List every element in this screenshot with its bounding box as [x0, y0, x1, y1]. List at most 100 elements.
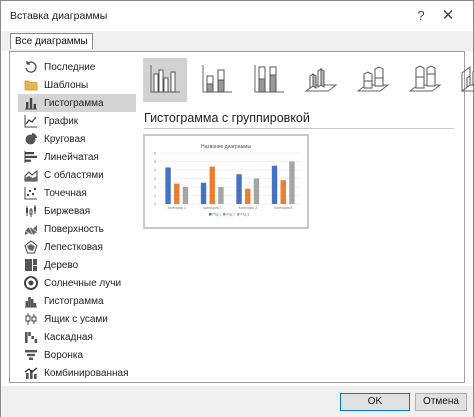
subtype-3d-clustered-column[interactable]: [299, 58, 343, 102]
subtype-3d-stacked-column[interactable]: [351, 58, 395, 102]
bar: [218, 187, 224, 204]
chart-title: Название диаграммы: [201, 144, 251, 150]
sidebar-item-label: Гистограмма: [44, 295, 104, 307]
bar: [182, 187, 189, 204]
bar: [245, 188, 251, 204]
sidebar-item-bar[interactable]: Линейчатая: [18, 148, 136, 166]
sidebar-item-area[interactable]: С областями: [18, 166, 136, 184]
legend-label: Ряд 3: [241, 213, 250, 217]
sidebar-item-label: Круговая: [44, 133, 86, 145]
x-tick-label: Категория 1: [168, 206, 186, 210]
chart-x-labels: Категория 1 Категория 2 Категория 3 Категор…: [168, 206, 293, 210]
stacked-column-icon: [200, 64, 234, 97]
chart-type-list: Последние Шаблоны Гистограмма График Кру…: [18, 58, 136, 382]
chart-bars: [165, 161, 295, 204]
sidebar-item-label: Солнечные лучи: [44, 277, 122, 289]
subtype-stacked-column[interactable]: [195, 58, 239, 102]
sidebar-item-scatter[interactable]: Точечная: [18, 184, 136, 202]
waterfall-chart-icon: [24, 330, 38, 344]
sidebar-item-box-whisker[interactable]: Ящик с усами: [18, 310, 136, 328]
sidebar-item-line[interactable]: График: [18, 112, 136, 130]
folder-icon: [24, 78, 38, 92]
sidebar-item-templates[interactable]: Шаблоны: [18, 76, 136, 94]
sunburst-chart-icon: [24, 276, 38, 290]
bar: [280, 180, 286, 204]
title-bar: Вставка диаграммы ? ✕: [1, 1, 473, 31]
ok-button[interactable]: OK: [340, 393, 410, 411]
bar: [271, 165, 278, 204]
dialog-footer: OK Отмена: [1, 386, 473, 417]
content-panel: Последние Шаблоны Гистограмма График Кру…: [9, 51, 474, 383]
sidebar-item-label: Точечная: [44, 187, 87, 199]
sidebar-item-treemap[interactable]: Дерево: [18, 256, 136, 274]
bar: [174, 183, 180, 204]
chart-y-ticks: 0 1 2 3 4 5 6: [154, 151, 156, 206]
sidebar-item-histogram[interactable]: Гистограмма: [18, 292, 136, 310]
sidebar-item-column[interactable]: Гистограмма: [18, 94, 136, 112]
legend-swatch: [223, 213, 226, 216]
3d-stacked-column-icon: [356, 64, 390, 97]
y-tick-label: 6: [154, 151, 156, 155]
bar: [236, 174, 242, 204]
sidebar-item-recent[interactable]: Последние: [18, 58, 136, 76]
100-stacked-column-icon: [252, 64, 286, 97]
sidebar-item-label: Дерево: [44, 259, 79, 271]
bar-chart-icon: [24, 150, 38, 164]
title-divider: [144, 128, 454, 129]
funnel-chart-icon: [24, 348, 38, 362]
sidebar-item-stock[interactable]: Биржевая: [18, 202, 136, 220]
sidebar-item-label: Поверхность: [44, 223, 104, 235]
x-tick-label: Категория 4: [274, 206, 292, 210]
chart-gridlines: [159, 152, 301, 205]
box-whisker-chart-icon: [24, 312, 38, 326]
insert-chart-dialog: Вставка диаграммы ? ✕ Все диаграммы Посл…: [0, 0, 474, 417]
sidebar-item-funnel[interactable]: Воронка: [18, 346, 136, 364]
y-tick-label: 1: [154, 194, 156, 198]
sidebar-item-label: Комбинированная: [44, 367, 129, 379]
subtype-3d-column[interactable]: [455, 58, 474, 102]
x-tick-label: Категория 3: [239, 206, 257, 210]
sidebar-item-label: Лепестковая: [44, 241, 103, 253]
x-tick-label: Категория 2: [203, 206, 221, 210]
chart-subtype-pane: Гистограмма с группировкой Название диаг…: [143, 58, 474, 378]
scatter-chart-icon: [24, 186, 38, 200]
tab-strip: Все диаграммы: [1, 31, 473, 51]
subtype-100-stacked-column[interactable]: [247, 58, 291, 102]
close-button[interactable]: ✕: [437, 6, 459, 26]
area-chart-icon: [24, 168, 38, 182]
stock-chart-icon: [24, 204, 38, 218]
sidebar-item-label: Гистограмма: [44, 97, 104, 109]
sidebar-item-pie[interactable]: Круговая: [18, 130, 136, 148]
cancel-button[interactable]: Отмена: [415, 393, 467, 411]
combo-chart-icon: [24, 366, 38, 380]
chart-preview[interactable]: Название диаграммы 0123456 Категория 1 Ка…: [143, 134, 309, 229]
subtype-3d-100-stacked-column[interactable]: [403, 58, 447, 102]
subtype-gallery: [143, 58, 474, 102]
tab-all-charts[interactable]: Все диаграммы: [10, 33, 93, 49]
help-button[interactable]: ?: [411, 6, 431, 26]
preview-chart: Название диаграммы 0123456 Категория 1 Ка…: [154, 144, 301, 217]
sidebar-item-label: Последние: [44, 61, 96, 73]
sidebar-item-radar[interactable]: Лепестковая: [18, 238, 136, 256]
bar: [200, 182, 207, 204]
sidebar-item-label: Линейчатая: [44, 151, 99, 163]
subtype-title: Гистограмма с группировкой: [144, 111, 310, 125]
sidebar-item-surface[interactable]: Поверхность: [18, 220, 136, 238]
subtype-clustered-column[interactable]: [143, 58, 187, 102]
sidebar-item-label: С областями: [44, 169, 104, 181]
treemap-chart-icon: [24, 258, 38, 272]
y-tick-label: 0: [154, 202, 156, 206]
pie-chart-icon: [24, 132, 38, 146]
legend-label: Ряд 1: [213, 213, 222, 217]
bar: [165, 167, 171, 204]
sidebar-item-sunburst[interactable]: Солнечные лучи: [18, 274, 136, 292]
sidebar-item-label: Ящик с усами: [44, 313, 108, 325]
bar: [209, 166, 215, 204]
sidebar-item-waterfall[interactable]: Каскадная: [18, 328, 136, 346]
y-tick-label: 4: [154, 168, 156, 172]
sidebar-item-label: Биржевая: [44, 205, 91, 217]
3d-clustered-column-icon: [304, 64, 338, 97]
sidebar-item-combo[interactable]: Комбинированная: [18, 364, 136, 382]
recent-icon: [24, 60, 38, 74]
3d-column-icon: [460, 64, 474, 97]
